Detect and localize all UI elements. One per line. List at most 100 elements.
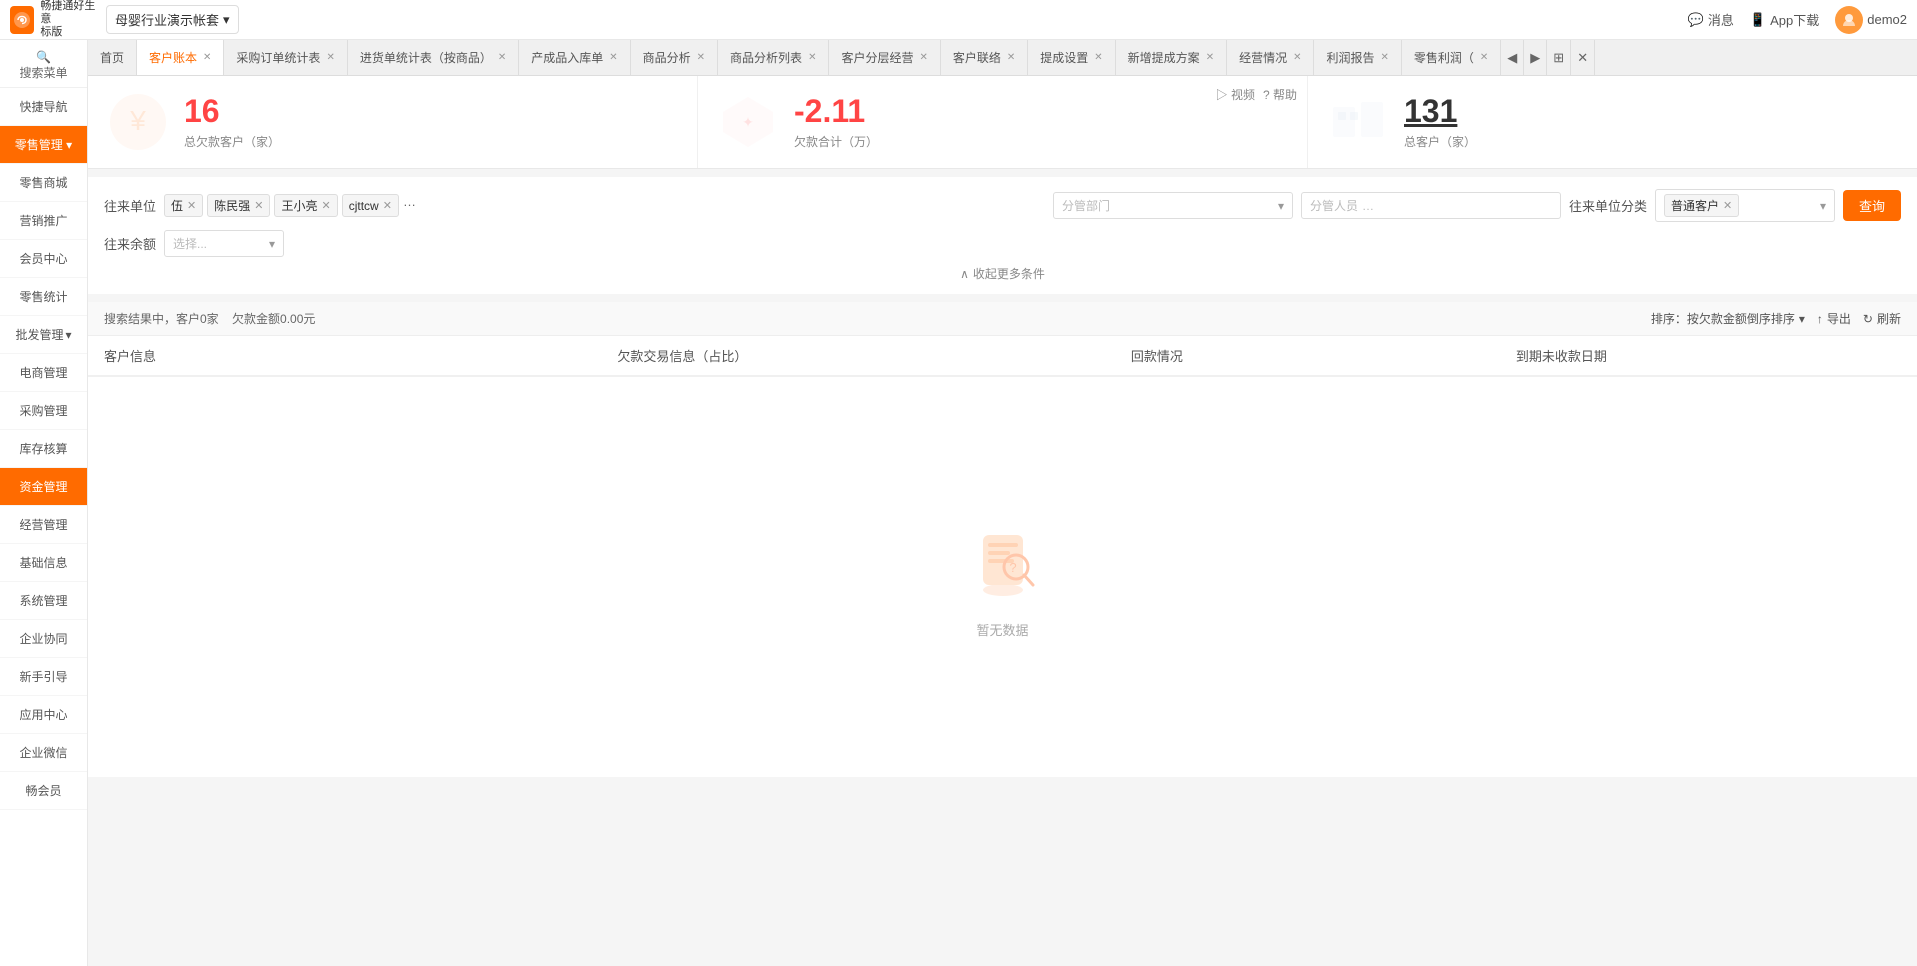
help-icon: ? xyxy=(1263,88,1270,102)
refresh-icon: ↻ xyxy=(1863,312,1873,326)
stat-label-customers: 总欠款客户（家） xyxy=(184,133,280,150)
content-area: 首页 客户账本 ✕ 采购订单统计表 ✕ 进货单统计表（按商品） ✕ 产成品入库单… xyxy=(88,40,1917,966)
logo-area: 畅捷通好生意 标版 xyxy=(10,0,98,39)
sidebar-item-inventory[interactable]: 库存核算 xyxy=(0,430,87,468)
tab-purchase-order[interactable]: 采购订单统计表 ✕ xyxy=(224,40,347,75)
dept-select[interactable]: 分管部门 ▾ xyxy=(1053,192,1293,219)
stats-row: ¥ 16 总欠款客户（家） ✦ xyxy=(88,76,1917,169)
tab-close-icon-8[interactable]: ✕ xyxy=(1007,52,1015,63)
user-avatar-btn[interactable]: demo2 xyxy=(1835,6,1907,34)
tab-next-btn[interactable]: ▶ xyxy=(1524,40,1547,75)
filter-tag-close-1[interactable]: ✕ xyxy=(187,199,196,212)
tab-add-commission[interactable]: 新增提成方案 ✕ xyxy=(1116,40,1227,75)
tab-close-icon-5[interactable]: ✕ xyxy=(697,52,705,63)
filter-tag-close-3[interactable]: ✕ xyxy=(322,199,331,212)
sidebar-item-app-center[interactable]: 应用中心 xyxy=(0,696,87,734)
tab-home[interactable]: 首页 xyxy=(88,40,137,75)
sidebar-item-quick-nav[interactable]: 快捷导航 xyxy=(0,88,87,126)
message-btn[interactable]: 💬 消息 xyxy=(1688,10,1734,29)
stat-info-total: 131 总客户（家） xyxy=(1404,95,1476,150)
app-download-btn[interactable]: 📱 App下载 xyxy=(1750,10,1819,29)
tab-close-icon-11[interactable]: ✕ xyxy=(1293,52,1301,63)
sort-btn[interactable]: 排序：按欠款金额倒序排序 ▾ xyxy=(1651,310,1805,327)
collapse-btn[interactable]: ∧ 收起更多条件 xyxy=(960,265,1045,282)
filter-tag-close-2[interactable]: ✕ xyxy=(254,199,263,212)
stat-icon-customers: ¥ xyxy=(108,92,168,152)
sidebar-search[interactable]: 🔍 搜索菜单 xyxy=(0,40,87,88)
sidebar-item-ecommerce[interactable]: 电商管理 xyxy=(0,354,87,392)
col-customer-info: 客户信息 xyxy=(104,346,617,365)
stat-label-total: 总客户（家） xyxy=(1404,133,1476,150)
unit-type-tags: 普通客户 ✕ xyxy=(1664,194,1739,217)
tab-product-inbound[interactable]: 产成品入库单 ✕ xyxy=(519,40,630,75)
sidebar-item-retail-mall[interactable]: 零售商城 xyxy=(0,164,87,202)
refresh-btn[interactable]: ↻ 刷新 xyxy=(1863,310,1901,327)
help-action[interactable]: ? 帮助 xyxy=(1263,86,1297,103)
results-text: 搜索结果中，客户0家 欠款金额0.00元 xyxy=(104,310,315,327)
tab-incoming-stats[interactable]: 进货单统计表（按商品） ✕ xyxy=(348,40,519,75)
sidebar-item-system[interactable]: 系统管理 xyxy=(0,582,87,620)
sidebar-item-purchase[interactable]: 采购管理 xyxy=(0,392,87,430)
sidebar-item-wholesale[interactable]: 批发管理 ▾ xyxy=(0,316,87,354)
search-button[interactable]: 查询 xyxy=(1843,190,1901,221)
sidebar-item-enterprise-collab[interactable]: 企业协同 xyxy=(0,620,87,658)
tab-close-icon-3[interactable]: ✕ xyxy=(498,52,506,63)
filter-more-btn[interactable]: … xyxy=(403,194,416,217)
tab-expand-btn[interactable]: ⊞ xyxy=(1547,40,1571,75)
filter-area: 往来单位 伍 ✕ 陈民强 ✕ 王小亮 ✕ xyxy=(88,177,1917,294)
tab-close-icon-4[interactable]: ✕ xyxy=(609,52,617,63)
tab-product-analysis-list[interactable]: 商品分析列表 ✕ xyxy=(718,40,829,75)
filter-tag-4: cjttcw ✕ xyxy=(342,194,399,217)
tab-close-icon[interactable]: ✕ xyxy=(203,52,211,63)
chevron-icon: ▾ xyxy=(66,138,72,152)
filter-tag-unit-type: 普通客户 ✕ xyxy=(1664,194,1739,217)
filter-tags-unit: 伍 ✕ 陈民强 ✕ 王小亮 ✕ cjttcw ✕ xyxy=(164,194,1045,217)
tab-customer-contact[interactable]: 客户联络 ✕ xyxy=(941,40,1028,75)
top-bar: 畅捷通好生意 标版 母婴行业演示帐套 ▾ 💬 消息 📱 App下载 demo2 xyxy=(0,0,1917,40)
sidebar-item-member[interactable]: 畅会员 xyxy=(0,772,87,810)
tab-close-icon-10[interactable]: ✕ xyxy=(1206,52,1214,63)
sidebar-item-basic-info[interactable]: 基础信息 xyxy=(0,544,87,582)
tab-profit-report[interactable]: 利润报告 ✕ xyxy=(1314,40,1401,75)
sidebar-item-member-center[interactable]: 会员中心 xyxy=(0,240,87,278)
balance-select[interactable]: 选择... ▾ xyxy=(164,230,284,257)
tab-close-icon-12[interactable]: ✕ xyxy=(1381,52,1389,63)
sidebar-item-marketing[interactable]: 营销推广 xyxy=(0,202,87,240)
enterprise-select[interactable]: 母婴行业演示帐套 ▾ xyxy=(106,5,239,34)
sidebar: 🔍 搜索菜单 快捷导航 零售管理 ▾ 零售商城 营销推广 会员中心 零售统计 批… xyxy=(0,40,88,966)
svg-text:¥: ¥ xyxy=(129,105,146,136)
tab-prev-btn[interactable]: ◀ xyxy=(1501,40,1524,75)
unit-type-select[interactable]: 普通客户 ✕ ▾ xyxy=(1655,189,1835,222)
tab-commission-settings[interactable]: 提成设置 ✕ xyxy=(1028,40,1115,75)
tab-business-status[interactable]: 经营情况 ✕ xyxy=(1227,40,1314,75)
filter-tag-unit-type-close[interactable]: ✕ xyxy=(1723,199,1732,212)
unit-type-label: 往来单位分类 xyxy=(1569,196,1647,215)
tab-retail-profit[interactable]: 零售利润（ ✕ xyxy=(1402,40,1501,75)
sidebar-item-finance[interactable]: 资金管理 xyxy=(0,468,87,506)
video-action[interactable]: ▷ 视频 xyxy=(1216,86,1255,103)
filter-tag-close-4[interactable]: ✕ xyxy=(383,199,392,212)
stat-actions: ▷ 视频 ? 帮助 xyxy=(1216,86,1297,103)
video-icon: ▷ xyxy=(1216,88,1228,102)
tab-customer-ledger[interactable]: 客户账本 ✕ xyxy=(137,40,224,75)
sidebar-item-enterprise-wechat[interactable]: 企业微信 xyxy=(0,734,87,772)
tab-close-icon-6[interactable]: ✕ xyxy=(808,52,816,63)
tab-close-icon-9[interactable]: ✕ xyxy=(1094,52,1102,63)
tab-customer-segment[interactable]: 客户分层经营 ✕ xyxy=(829,40,940,75)
collapse-up-icon: ∧ xyxy=(960,267,969,281)
person-select[interactable]: 分管人员 … xyxy=(1301,192,1561,219)
tab-close-all-btn[interactable]: ✕ xyxy=(1571,40,1595,75)
tab-close-icon-13[interactable]: ✕ xyxy=(1480,52,1488,63)
sidebar-item-retail-management[interactable]: 零售管理 ▾ xyxy=(0,126,87,164)
export-btn[interactable]: ↑ 导出 xyxy=(1817,310,1851,327)
filter-row-1: 往来单位 伍 ✕ 陈民强 ✕ 王小亮 ✕ xyxy=(104,189,1901,222)
tab-close-icon-7[interactable]: ✕ xyxy=(919,52,927,63)
stat-number-customers: 16 xyxy=(184,95,280,127)
tab-close-icon-2[interactable]: ✕ xyxy=(326,52,334,63)
sidebar-item-operations[interactable]: 经营管理 xyxy=(0,506,87,544)
empty-illustration: ? xyxy=(958,515,1048,608)
sidebar-item-beginner[interactable]: 新手引导 xyxy=(0,658,87,696)
unit-label: 往来单位 xyxy=(104,196,156,215)
tab-product-analysis[interactable]: 商品分析 ✕ xyxy=(631,40,718,75)
sidebar-item-retail-stats[interactable]: 零售统计 xyxy=(0,278,87,316)
